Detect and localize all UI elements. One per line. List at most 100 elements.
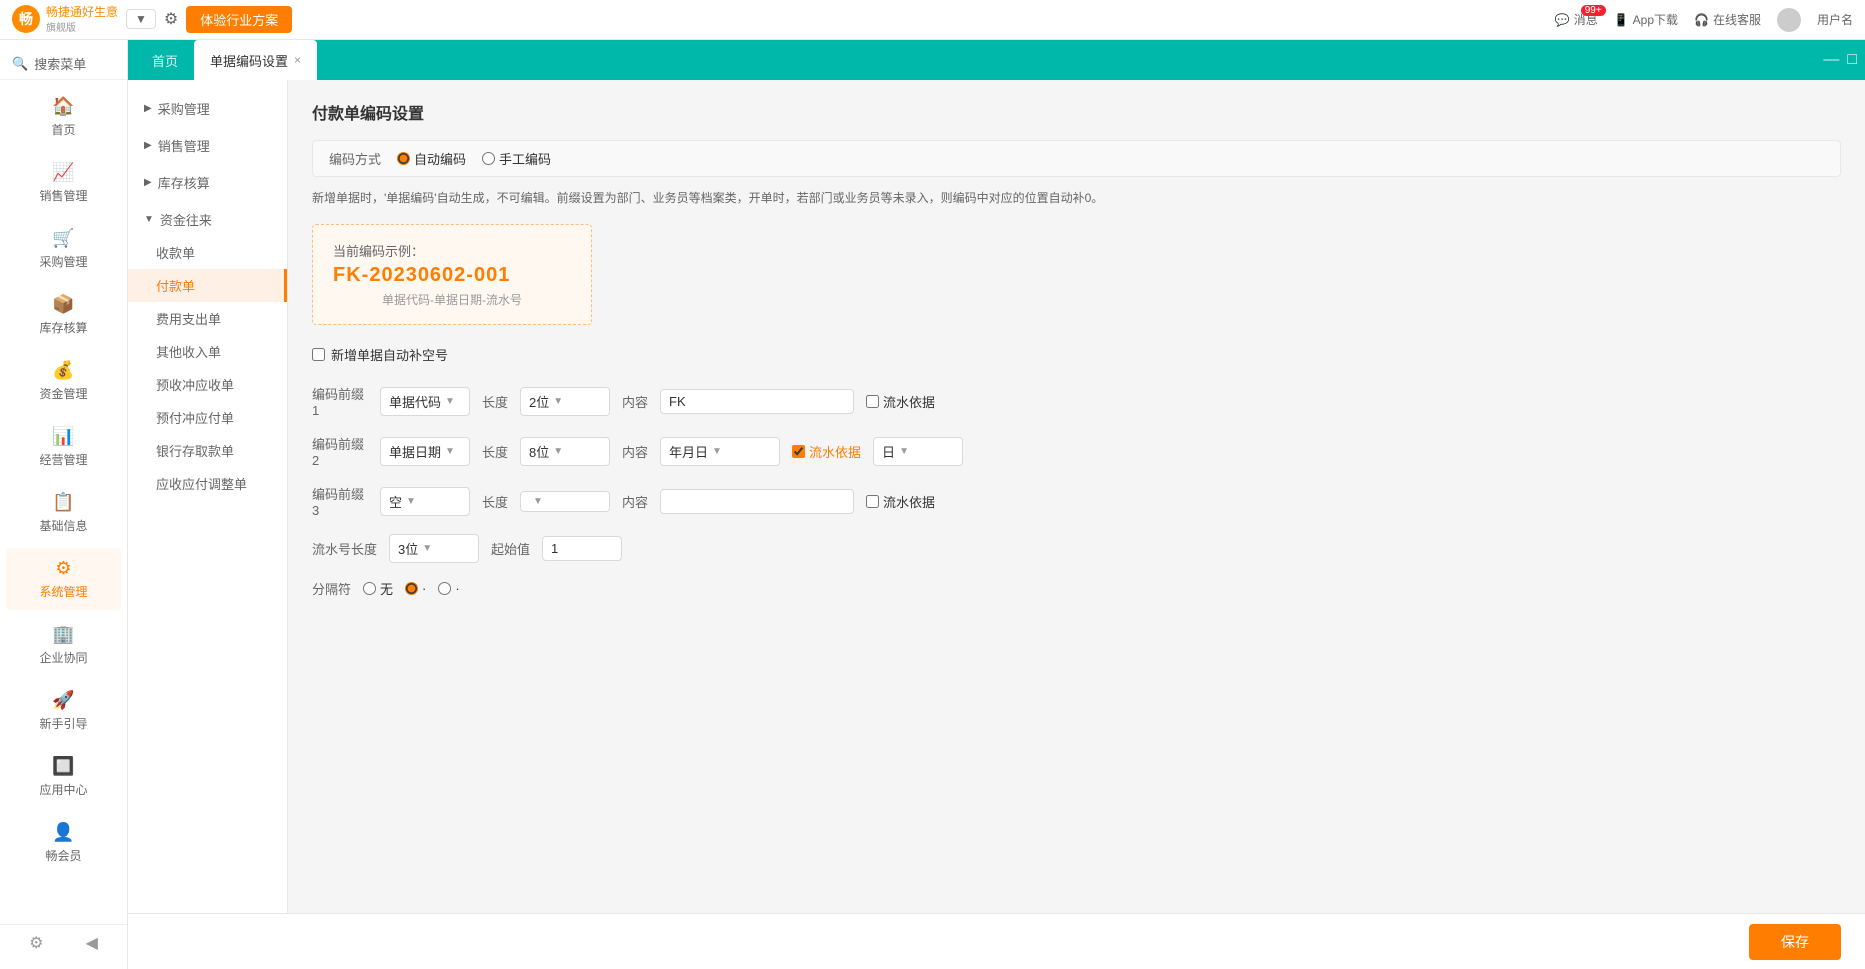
prefix3-serial-checkbox-input[interactable] xyxy=(866,495,879,508)
dropdown-button[interactable]: ▼ xyxy=(126,9,156,29)
left-nav-item-prepay-offset[interactable]: 预收冲应收单 xyxy=(128,368,287,401)
prefix3-length-label: 长度 xyxy=(482,492,508,511)
tab-home[interactable]: 首页 xyxy=(136,40,194,80)
bottom-settings-icon[interactable]: ⚙ xyxy=(29,933,43,953)
prefix1-content-input[interactable] xyxy=(660,389,854,414)
service-icon: 🎧 xyxy=(1694,13,1709,27)
online-service-label: 在线客服 xyxy=(1713,11,1761,28)
manual-code-radio[interactable]: 手工编码 xyxy=(482,149,551,168)
prefix2-serial-checkbox[interactable]: 流水依据 xyxy=(792,442,861,461)
prefix1-select[interactable]: 单据代码 ▼ xyxy=(380,387,470,416)
sep-dot2-label: · xyxy=(455,581,459,596)
auto-code-radio-input[interactable] xyxy=(397,152,410,165)
sidebar-item-corp[interactable]: 🏢 企业协同 xyxy=(6,614,121,676)
tab-close-icon[interactable]: × xyxy=(294,53,301,67)
auto-fill-checkbox[interactable] xyxy=(312,348,325,361)
sidebar-item-inventory[interactable]: 📦 库存核算 xyxy=(6,284,121,346)
sidebar-item-purchase[interactable]: 🛒 采购管理 xyxy=(6,218,121,280)
header-mid: ▼ ⚙ 体验行业方案 xyxy=(126,6,292,33)
prefix3-label: 编码前缀3 xyxy=(312,484,368,518)
serial-length-dropdown-icon: ▼ xyxy=(422,543,432,554)
bottom-collapse-icon[interactable]: ◀ xyxy=(86,933,98,953)
sidebar-bottom: ⚙ ◀ xyxy=(0,924,127,961)
top-header: 畅 畅捷通好生意 旗舰版 ▼ ⚙ 体验行业方案 💬 消息 99+ 📱 App下载… xyxy=(0,0,1865,40)
manual-code-radio-input[interactable] xyxy=(482,152,495,165)
tab-minimize-button[interactable]: — xyxy=(1823,51,1839,69)
prefix1-serial-checkbox-input[interactable] xyxy=(866,395,879,408)
online-service-action[interactable]: 🎧 在线客服 xyxy=(1694,11,1761,28)
finance-icon: 💰 xyxy=(52,360,74,381)
tab-maximize-button[interactable]: □ xyxy=(1847,51,1857,69)
left-nav-item-advance-offset[interactable]: 预付冲应付单 xyxy=(128,401,287,434)
left-nav-group-title-finance[interactable]: ▼ 资金往来 xyxy=(128,203,287,236)
prefix3-value: 空 xyxy=(389,492,402,511)
left-nav-item-expense[interactable]: 费用支出单 xyxy=(128,302,287,335)
inventory-icon: 📦 xyxy=(52,294,74,315)
sidebar-item-apps[interactable]: 🔲 应用中心 xyxy=(6,746,121,808)
sidebar-item-label: 应用中心 xyxy=(39,781,87,798)
left-nav-group-finance: ▼ 资金往来 收款单 付款单 费用支出单 其他收入单 预收冲应收单 预付冲应付单… xyxy=(128,203,287,500)
system-icon: ⚙ xyxy=(55,558,71,579)
sep-none-radio[interactable]: 无 xyxy=(363,579,393,598)
sep-dot1-radio[interactable]: · xyxy=(405,581,426,596)
settings-icon-button[interactable]: ⚙ xyxy=(164,9,178,29)
industry-button[interactable]: 体验行业方案 xyxy=(186,6,292,33)
serial-length-select[interactable]: 3位 ▼ xyxy=(389,534,479,563)
prefix2-content-select[interactable]: 年月日 ▼ xyxy=(660,437,780,466)
prefix3-select[interactable]: 空 ▼ xyxy=(380,487,470,516)
avatar[interactable] xyxy=(1777,8,1801,32)
message-icon: 💬 xyxy=(1555,13,1570,27)
prefix2-select[interactable]: 单据日期 ▼ xyxy=(380,437,470,466)
message-action[interactable]: 💬 消息 99+ xyxy=(1555,11,1598,28)
sidebar-item-operations[interactable]: 📊 经营管理 xyxy=(6,416,121,478)
separator-label: 分隔符 xyxy=(312,579,351,598)
auto-fill-label: 新增单据自动补空号 xyxy=(331,345,448,364)
sidebar-item-system[interactable]: ⚙ 系统管理 xyxy=(6,548,121,610)
sep-dot2-radio-input[interactable] xyxy=(438,582,451,595)
left-nav-item-receipt[interactable]: 收款单 xyxy=(128,236,287,269)
prefix1-serial-checkbox[interactable]: 流水依据 xyxy=(866,392,935,411)
prefix2-serial-checkbox-input[interactable] xyxy=(792,445,805,458)
sidebar-search[interactable]: 🔍 搜索菜单 xyxy=(0,48,127,80)
left-nav-item-bank[interactable]: 银行存取款单 xyxy=(128,434,287,467)
prefix3-content-input[interactable] xyxy=(660,489,854,514)
prefix2-content-value: 年月日 xyxy=(669,442,708,461)
prefix3-dropdown-icon: ▼ xyxy=(406,496,416,507)
auto-code-radio[interactable]: 自动编码 xyxy=(397,149,466,168)
prefix2-length-select[interactable]: 8位 ▼ xyxy=(520,437,610,466)
left-nav-group-title-inventory[interactable]: ▶ 库存核算 xyxy=(128,166,287,199)
separator-row: 分隔符 无 · · xyxy=(312,579,1841,598)
left-nav-item-adjust[interactable]: 应收应付调整单 xyxy=(128,467,287,500)
sep-dot1-radio-input[interactable] xyxy=(405,582,418,595)
message-badge: 99+ xyxy=(1581,5,1606,16)
tab-encoding[interactable]: 单据编码设置 × xyxy=(194,40,317,80)
sep-none-radio-input[interactable] xyxy=(363,582,376,595)
left-nav-item-payment[interactable]: 付款单 xyxy=(128,269,287,302)
prefix3-length-select[interactable]: ▼ xyxy=(520,491,610,512)
prefix1-length-select[interactable]: 2位 ▼ xyxy=(520,387,610,416)
sidebar-item-basic[interactable]: 📋 基础信息 xyxy=(6,482,121,544)
save-button[interactable]: 保存 xyxy=(1749,924,1841,960)
left-nav-item-other-income[interactable]: 其他收入单 xyxy=(128,335,287,368)
left-nav-group-label: 销售管理 xyxy=(158,136,210,155)
prefix3-content-label: 内容 xyxy=(622,492,648,511)
prefix2-serial-unit-select[interactable]: 日 ▼ xyxy=(873,437,963,466)
sidebar-item-home[interactable]: 🏠 首页 xyxy=(6,86,121,148)
left-nav-group-label: 资金往来 xyxy=(160,210,212,229)
app-download-action[interactable]: 📱 App下载 xyxy=(1614,11,1678,28)
prefix1-length-label: 长度 xyxy=(482,392,508,411)
serial-start-input[interactable] xyxy=(542,536,622,561)
prefix3-serial-checkbox[interactable]: 流水依据 xyxy=(866,492,935,511)
logo-icon: 畅 xyxy=(12,5,40,33)
sidebar-item-sales[interactable]: 📈 销售管理 xyxy=(6,152,121,214)
left-nav-group-title-purchase[interactable]: ▶ 采购管理 xyxy=(128,92,287,125)
sidebar-item-guide[interactable]: 🚀 新手引导 xyxy=(6,680,121,742)
serial-start-label: 起始值 xyxy=(491,539,530,558)
chevron-right-icon: ▶ xyxy=(144,140,152,151)
sep-dot2-radio[interactable]: · xyxy=(438,581,459,596)
prefix2-serial-label: 流水依据 xyxy=(809,442,861,461)
sidebar-item-member[interactable]: 👤 畅会员 xyxy=(6,812,121,874)
sidebar-item-finance[interactable]: 💰 资金管理 xyxy=(6,350,121,412)
left-nav-group-title-sales[interactable]: ▶ 销售管理 xyxy=(128,129,287,162)
prefix1-length-dropdown-icon: ▼ xyxy=(553,396,563,407)
